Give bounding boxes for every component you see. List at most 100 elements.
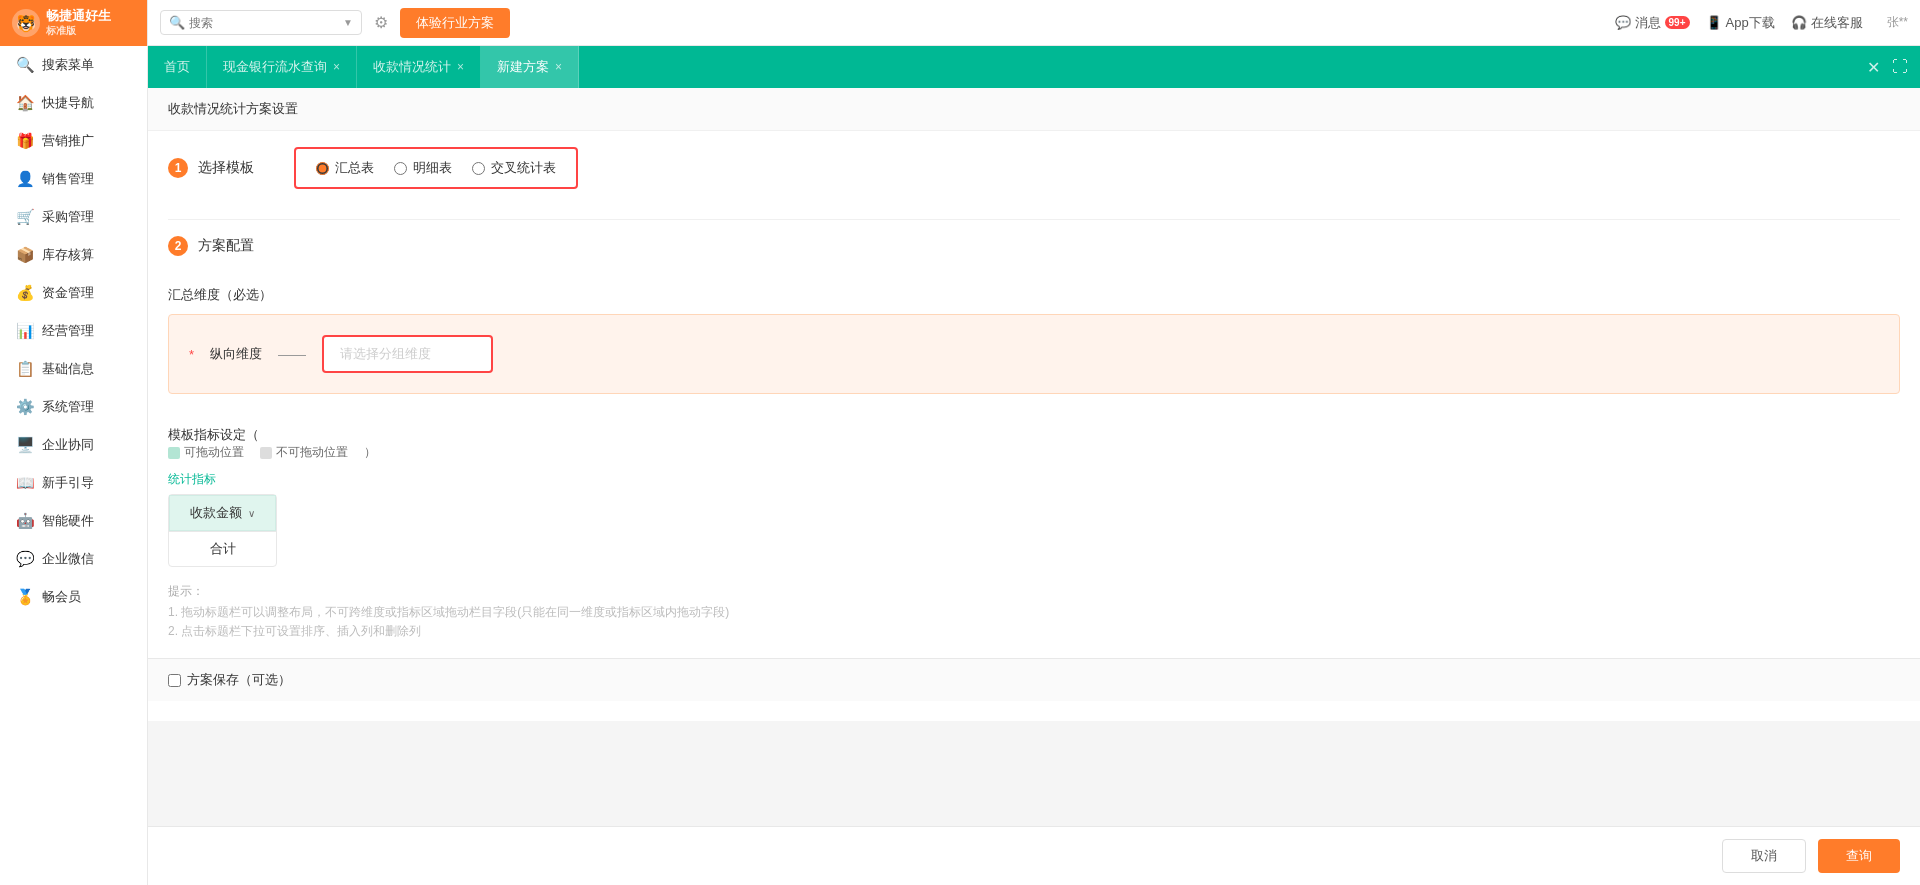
sidebar-item-label: 企业微信 xyxy=(42,550,94,568)
message-badge: 99+ xyxy=(1665,16,1690,29)
system-icon: ⚙️ xyxy=(16,398,34,416)
support-item[interactable]: 🎧 在线客服 xyxy=(1791,14,1863,32)
section1: 1 选择模板 汇总表 明细表 xyxy=(148,131,1920,219)
sidebar-item-label: 库存核算 xyxy=(42,246,94,264)
sidebar-item-label: 智能硬件 xyxy=(42,512,94,530)
tab-collection-stat[interactable]: 收款情况统计 × xyxy=(357,46,481,88)
logo-sub-text: 标准版 xyxy=(46,24,111,38)
sidebar-item-label: 企业协同 xyxy=(42,436,94,454)
radio-cross-label: 交叉统计表 xyxy=(491,159,556,177)
sidebar-item-search-menu[interactable]: 🔍 搜索菜单 xyxy=(0,46,147,84)
close-paren: ） xyxy=(364,444,376,461)
close-all-btn[interactable]: ✕ xyxy=(1867,58,1880,77)
fixed-color-box xyxy=(260,447,272,459)
sidebar-item-inventory[interactable]: 📦 库存核算 xyxy=(0,236,147,274)
sidebar-item-operations[interactable]: 📊 经营管理 xyxy=(0,312,147,350)
sidebar-item-label: 新手引导 xyxy=(42,474,94,492)
member-icon: 🏅 xyxy=(16,588,34,606)
metrics-cell-subtotal: 合计 xyxy=(169,531,276,566)
section2-number: 2 xyxy=(168,236,188,256)
config-section: 汇总维度（必选） * 纵向维度 —— 请选择分组维度 xyxy=(148,286,1920,426)
sidebar-item-quick-nav[interactable]: 🏠 快捷导航 xyxy=(0,84,147,122)
fixed-label: 不可拖动位置 xyxy=(276,444,348,461)
sidebar-item-label: 销售管理 xyxy=(42,170,94,188)
message-icon: 💬 xyxy=(1615,15,1631,30)
search-input[interactable] xyxy=(189,16,339,30)
sidebar-item-label: 搜索菜单 xyxy=(42,56,94,74)
sidebar-item-finance[interactable]: 💰 资金管理 xyxy=(0,274,147,312)
tabbar: 首页 现金银行流水查询 × 收款情况统计 × 新建方案 × ✕ ⛶ xyxy=(148,46,1920,88)
wechat-icon: 💬 xyxy=(16,550,34,568)
purchase-icon: 🛒 xyxy=(16,208,34,226)
tab-home[interactable]: 首页 xyxy=(148,46,207,88)
sidebar-item-purchase[interactable]: 🛒 采购管理 xyxy=(0,198,147,236)
support-icon: 🎧 xyxy=(1791,15,1807,30)
sidebar-item-label: 经营管理 xyxy=(42,322,94,340)
query-button[interactable]: 查询 xyxy=(1818,839,1900,873)
metrics-label-row: 统计指标 xyxy=(168,471,1900,488)
message-label: 消息 xyxy=(1635,14,1661,32)
search-wrap[interactable]: 🔍 ▼ xyxy=(160,10,362,35)
sidebar-item-marketing[interactable]: 🎁 营销推广 xyxy=(0,122,147,160)
sidebar-item-label: 采购管理 xyxy=(42,208,94,226)
home-icon: 🏠 xyxy=(16,94,34,112)
footer: 取消 查询 xyxy=(148,826,1920,885)
sidebar-item-sales[interactable]: 👤 销售管理 xyxy=(0,160,147,198)
metrics-legend: 可拖动位置 不可拖动位置 ） xyxy=(168,444,1900,461)
radio-summary-input[interactable] xyxy=(316,162,329,175)
section2-title: 方案配置 xyxy=(198,237,254,255)
settings-icon[interactable]: ⚙ xyxy=(374,13,388,32)
radio-cross[interactable]: 交叉统计表 xyxy=(472,159,556,177)
topbar-right: 💬 消息 99+ 📱 App下载 🎧 在线客服 张** xyxy=(1615,14,1908,32)
content-wrap: 收款情况统计方案设置 1 选择模板 汇总表 xyxy=(148,88,1920,826)
radio-detail[interactable]: 明细表 xyxy=(394,159,452,177)
sidebar-item-basic-info[interactable]: 📋 基础信息 xyxy=(0,350,147,388)
gift-icon: 🎁 xyxy=(16,132,34,150)
metrics-section: 模板指标设定（ 可拖动位置 不可拖动位置 ） xyxy=(148,426,1920,583)
sidebar-item-wechat[interactable]: 💬 企业微信 xyxy=(0,540,147,578)
sidebar: 🐯 畅捷通好生 标准版 🔍 搜索菜单 🏠 快捷导航 🎁 营销推广 👤 销售管理 … xyxy=(0,0,148,885)
metrics-cell-amount[interactable]: 收款金额 ∨ xyxy=(169,495,276,531)
radio-detail-input[interactable] xyxy=(394,162,407,175)
tab-new-scheme[interactable]: 新建方案 × xyxy=(481,46,579,88)
radio-summary[interactable]: 汇总表 xyxy=(316,159,374,177)
search-icon: 🔍 xyxy=(16,56,34,74)
draggable-label: 可拖动位置 xyxy=(184,444,244,461)
dimension-select[interactable]: 请选择分组维度 xyxy=(322,335,493,373)
main-area: 🔍 ▼ ⚙ 体验行业方案 💬 消息 99+ 📱 App下载 🎧 在线客服 张** xyxy=(148,0,1920,885)
enterprise-icon: 🖥️ xyxy=(16,436,34,454)
tab-collection-stat-close[interactable]: × xyxy=(457,60,464,74)
radio-detail-label: 明细表 xyxy=(413,159,452,177)
page-title: 收款情况统计方案设置 xyxy=(148,88,1920,131)
sidebar-item-enterprise[interactable]: 🖥️ 企业协同 xyxy=(0,426,147,464)
cancel-button[interactable]: 取消 xyxy=(1722,839,1806,873)
sidebar-item-guide[interactable]: 📖 新手引导 xyxy=(0,464,147,502)
tab-bank-flow-close[interactable]: × xyxy=(333,60,340,74)
tips-area: 提示： 1. 拖动标题栏可以调整布局，不可跨维度或指标区域拖动栏目字段(只能在同… xyxy=(148,583,1920,658)
expand-btn[interactable]: ⛶ xyxy=(1892,58,1908,76)
tab-bank-flow[interactable]: 现金银行流水查询 × xyxy=(207,46,357,88)
topbar: 🔍 ▼ ⚙ 体验行业方案 💬 消息 99+ 📱 App下载 🎧 在线客服 张** xyxy=(148,0,1920,46)
tip-item-1: 1. 拖动标题栏可以调整布局，不可跨维度或指标区域拖动栏目字段(只能在同一维度或… xyxy=(168,604,1900,621)
dimension-row: * 纵向维度 —— 请选择分组维度 xyxy=(189,335,1879,373)
radio-summary-label: 汇总表 xyxy=(335,159,374,177)
industry-btn[interactable]: 体验行业方案 xyxy=(400,8,510,38)
tip-item-2: 2. 点击标题栏下拉可设置排序、插入列和删除列 xyxy=(168,623,1900,640)
app-download-item[interactable]: 📱 App下载 xyxy=(1706,14,1775,32)
metrics-title: 模板指标设定（ xyxy=(168,427,259,442)
radio-cross-input[interactable] xyxy=(472,162,485,175)
dimension-config-label: 汇总维度（必选） xyxy=(168,286,1900,304)
metrics-section-label: 统计指标 xyxy=(168,471,216,488)
operations-icon: 📊 xyxy=(16,322,34,340)
tab-bank-flow-label: 现金银行流水查询 xyxy=(223,58,327,76)
sidebar-item-member[interactable]: 🏅 畅会员 xyxy=(0,578,147,616)
save-checkbox[interactable] xyxy=(168,674,181,687)
sidebar-item-hardware[interactable]: 🤖 智能硬件 xyxy=(0,502,147,540)
message-item[interactable]: 💬 消息 99+ xyxy=(1615,14,1690,32)
save-option-label: 方案保存（可选） xyxy=(187,671,291,689)
tab-new-scheme-close[interactable]: × xyxy=(555,60,562,74)
sidebar-item-system[interactable]: ⚙️ 系统管理 xyxy=(0,388,147,426)
logo-icon: 🐯 xyxy=(12,9,40,37)
template-options-box: 汇总表 明细表 交叉统计表 xyxy=(294,147,578,189)
logo-main-text: 畅捷通好生 xyxy=(46,8,111,24)
